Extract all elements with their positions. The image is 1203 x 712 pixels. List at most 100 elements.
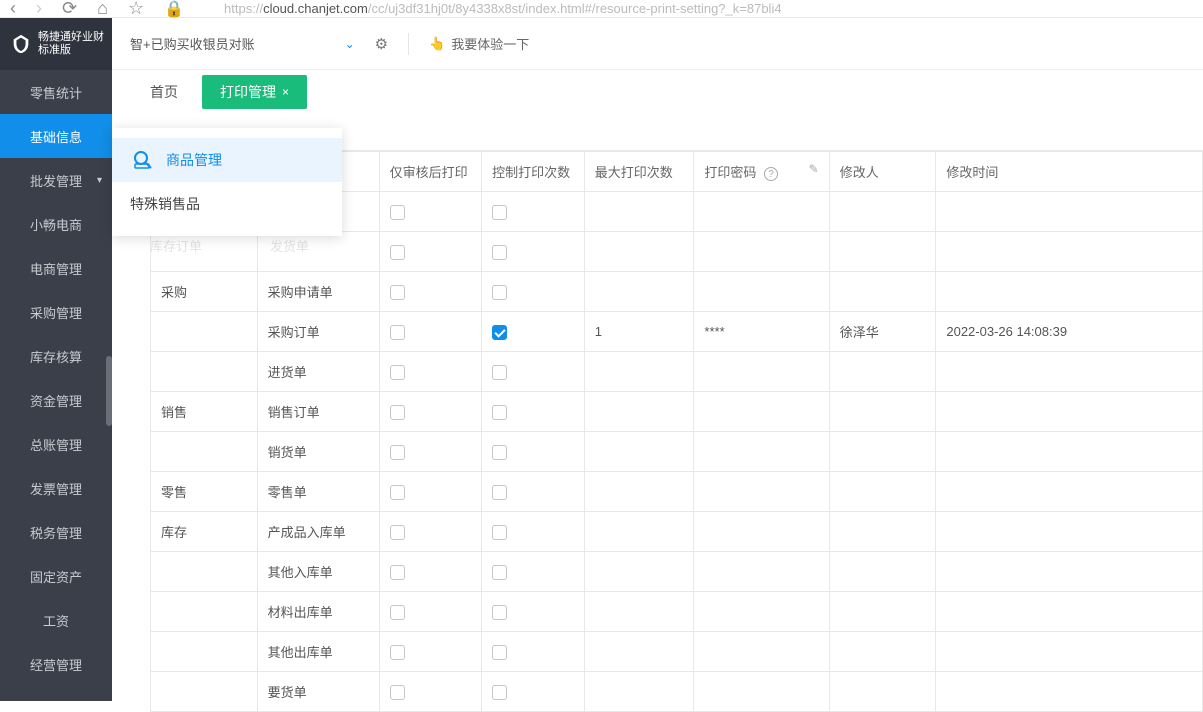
tab[interactable]: 首页 (132, 75, 196, 109)
cell-max-count[interactable] (584, 272, 694, 312)
cell-audit-print (379, 632, 482, 672)
cell-max-count[interactable] (584, 192, 694, 232)
cell-category: 零售 (151, 472, 258, 512)
cell-password[interactable]: **** (694, 312, 829, 352)
checkbox[interactable] (492, 605, 507, 620)
sidebar-item[interactable]: 零售统计 (0, 70, 112, 114)
tab-active[interactable]: 打印管理× (202, 75, 307, 109)
sidebar-item[interactable]: 资金管理 (0, 378, 112, 422)
checkbox[interactable] (390, 325, 405, 340)
cell-password[interactable] (694, 512, 829, 552)
sidebar-item[interactable]: 小畅电商 (0, 202, 112, 246)
cell-max-count[interactable] (584, 432, 694, 472)
flyout-item[interactable]: 商品管理 (112, 138, 342, 182)
cell-audit-print (379, 392, 482, 432)
cell-max-count[interactable]: 1 (584, 312, 694, 352)
sidebar-item[interactable]: 基础信息 (0, 114, 112, 158)
edit-icon[interactable]: ✎ (809, 162, 819, 176)
sidebar-item[interactable]: 库存核算 (0, 334, 112, 378)
cell-max-count[interactable] (584, 552, 694, 592)
close-icon[interactable]: × (282, 85, 289, 99)
cell-modifier (829, 592, 936, 632)
sidebar-item[interactable]: 经营管理 (0, 642, 112, 686)
sidebar-scrollbar[interactable] (106, 356, 112, 426)
star-icon[interactable]: ☆ (128, 0, 144, 19)
checkbox[interactable] (492, 525, 507, 540)
sidebar-item[interactable]: 工资 (0, 598, 112, 642)
gear-icon[interactable]: ⚙ (375, 35, 388, 53)
checkbox[interactable] (390, 685, 405, 700)
help-icon[interactable]: ? (764, 167, 778, 181)
cell-category (151, 632, 258, 672)
checkbox[interactable] (390, 525, 405, 540)
col-password: 打印密码 ? ✎ (694, 152, 829, 192)
checkbox[interactable] (390, 285, 405, 300)
cell-document: 销货单 (257, 432, 379, 472)
brand-logo: 畅捷通好业财 标准版 (0, 18, 112, 70)
cell-password[interactable] (694, 592, 829, 632)
checkbox[interactable] (492, 285, 507, 300)
sidebar-item[interactable]: 发票管理 (0, 466, 112, 510)
checkbox[interactable] (390, 565, 405, 580)
cell-max-count[interactable] (584, 632, 694, 672)
checkbox[interactable] (390, 365, 405, 380)
account-dropdown[interactable]: 智+已购买收银员对账 ⌄ (130, 34, 355, 53)
checkbox[interactable] (492, 245, 507, 260)
checkbox[interactable] (390, 405, 405, 420)
cell-password[interactable] (694, 232, 829, 272)
brand-edition: 标准版 (38, 44, 104, 57)
checkbox[interactable] (492, 325, 507, 340)
cell-max-count[interactable] (584, 472, 694, 512)
checkbox[interactable] (492, 685, 507, 700)
sidebar-item[interactable]: 税务管理 (0, 510, 112, 554)
cell-max-count[interactable] (584, 512, 694, 552)
cell-audit-print (379, 512, 482, 552)
checkbox[interactable] (492, 365, 507, 380)
cell-password[interactable] (694, 392, 829, 432)
checkbox[interactable] (492, 485, 507, 500)
back-icon[interactable]: ‹ (10, 0, 16, 19)
cell-max-count[interactable] (584, 352, 694, 392)
cell-audit-print (379, 552, 482, 592)
sidebar-item[interactable]: 电商管理 (0, 246, 112, 290)
sidebar-item[interactable]: 总账管理 (0, 422, 112, 466)
checkbox[interactable] (390, 245, 405, 260)
cell-max-count[interactable] (584, 392, 694, 432)
flyout-item[interactable]: 特殊销售品 (112, 182, 342, 226)
cell-password[interactable] (694, 272, 829, 312)
cell-password[interactable] (694, 472, 829, 512)
browser-toolbar: ‹ › ⟳ ⌂ ☆ 🔒 https://cloud.chanjet.com/cc… (0, 0, 1203, 18)
checkbox[interactable] (390, 645, 405, 660)
checkbox[interactable] (390, 205, 405, 220)
cell-password[interactable] (694, 432, 829, 472)
sidebar-item[interactable]: 固定资产 (0, 554, 112, 598)
checkbox[interactable] (492, 565, 507, 580)
cell-mod-time (936, 432, 1203, 472)
checkbox[interactable] (492, 645, 507, 660)
cell-password[interactable] (694, 552, 829, 592)
cell-control-count (482, 552, 585, 592)
address-bar[interactable]: https://cloud.chanjet.com/cc/uj3df31hj0t… (224, 1, 782, 16)
forward-icon[interactable]: › (36, 0, 42, 19)
cell-max-count[interactable] (584, 592, 694, 632)
cell-password[interactable] (694, 192, 829, 232)
refresh-icon[interactable]: ⟳ (62, 0, 77, 19)
cell-audit-print (379, 232, 482, 272)
checkbox[interactable] (390, 485, 405, 500)
cell-modifier (829, 512, 936, 552)
sidebar-item[interactable]: 批发管理▾ (0, 158, 112, 202)
cell-max-count[interactable] (584, 672, 694, 712)
cell-password[interactable] (694, 672, 829, 712)
cell-password[interactable] (694, 632, 829, 672)
cell-password[interactable] (694, 352, 829, 392)
checkbox[interactable] (492, 205, 507, 220)
try-experience-button[interactable]: 👆 我要体验一下 (429, 34, 529, 53)
cell-category (151, 672, 258, 712)
checkbox[interactable] (492, 445, 507, 460)
checkbox[interactable] (390, 605, 405, 620)
cell-max-count[interactable] (584, 232, 694, 272)
checkbox[interactable] (390, 445, 405, 460)
sidebar-item[interactable]: 采购管理 (0, 290, 112, 334)
home-icon[interactable]: ⌂ (97, 0, 108, 19)
checkbox[interactable] (492, 405, 507, 420)
